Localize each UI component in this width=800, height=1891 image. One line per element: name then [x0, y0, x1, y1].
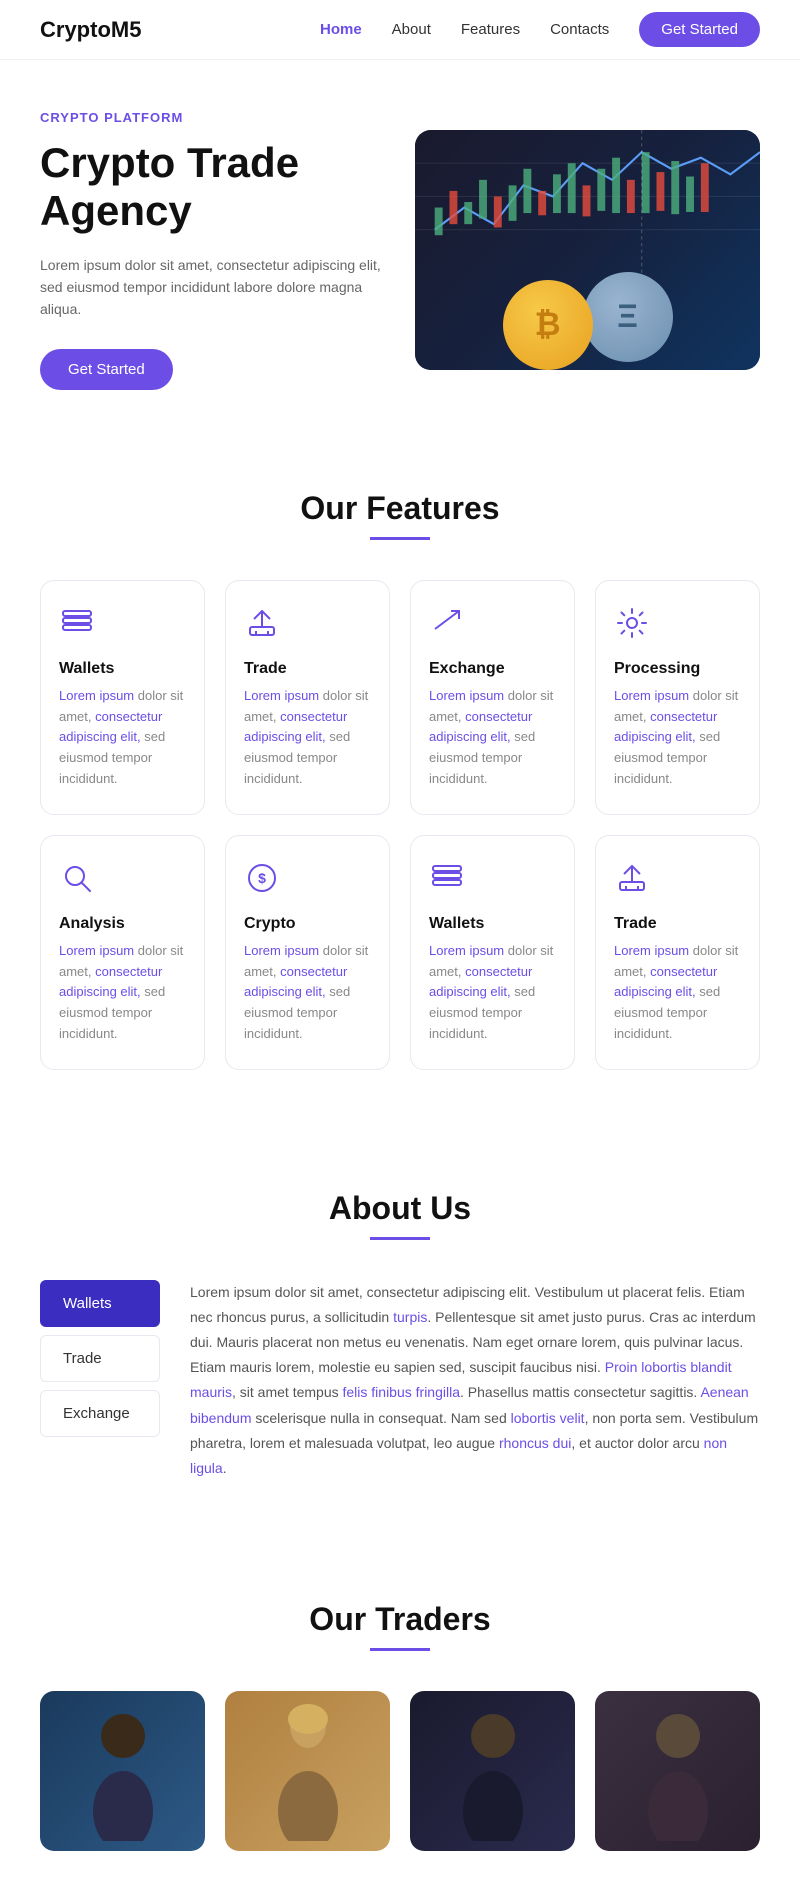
about-tab-wallets[interactable]: Wallets [40, 1280, 160, 1327]
hero-section: CRYPTO PLATFORM Crypto Trade Agency Lore… [0, 60, 800, 430]
feature-desc-wallets: Lorem ipsum dolor sit amet, consectetur … [59, 686, 186, 790]
trade-icon [244, 605, 371, 646]
trader-card-4 [595, 1691, 760, 1851]
about-section: About Us Wallets Trade Exchange Lorem ip… [0, 1130, 800, 1542]
features-section: Our Features Wallets Lorem ipsum dolor s… [0, 430, 800, 1130]
nav-home[interactable]: Home [320, 21, 362, 38]
crypto-icon: $ [244, 860, 371, 901]
ethereum-coin: Ξ [583, 272, 673, 362]
about-link-proin[interactable]: Proin lobortis blandit mauris [190, 1359, 732, 1400]
about-tab-trade[interactable]: Trade [40, 1335, 160, 1382]
nav-links: Home About Features Contacts Get Started [320, 12, 760, 47]
feature-name-trade-2: Trade [614, 915, 741, 933]
about-link-ligula[interactable]: non ligula [190, 1435, 727, 1476]
nav-about[interactable]: About [392, 21, 431, 38]
feature-desc-crypto: Lorem ipsum dolor sit amet, consectetur … [244, 941, 371, 1045]
svg-text:$: $ [258, 870, 266, 886]
feature-card-analysis: Analysis Lorem ipsum dolor sit amet, con… [40, 835, 205, 1070]
wallets-icon [59, 605, 186, 646]
feature-card-trade: Trade Lorem ipsum dolor sit amet, consec… [225, 580, 390, 815]
trader-card-3 [410, 1691, 575, 1851]
traders-grid [40, 1691, 760, 1851]
hero-get-started-button[interactable]: Get Started [40, 349, 173, 390]
about-tabs: Wallets Trade Exchange [40, 1280, 160, 1445]
about-link-felis[interactable]: felis finibus fringilla [343, 1384, 461, 1400]
processing-icon [614, 605, 741, 646]
feature-card-wallets: Wallets Lorem ipsum dolor sit amet, cons… [40, 580, 205, 815]
hero-tag: CRYPTO PLATFORM [40, 110, 385, 125]
nav-features[interactable]: Features [461, 21, 520, 38]
bitcoin-coin: ₿ [503, 280, 593, 370]
trader-card-2 [225, 1691, 390, 1851]
traders-divider [370, 1648, 430, 1651]
about-link-aenean[interactable]: Aenean bibendum [190, 1384, 749, 1425]
feature-desc-wallets-2: Lorem ipsum dolor sit amet, consectetur … [429, 941, 556, 1045]
about-tab-exchange[interactable]: Exchange [40, 1390, 160, 1437]
about-text: Lorem ipsum dolor sit amet, consectetur … [190, 1280, 760, 1482]
feature-desc-analysis: Lorem ipsum dolor sit amet, consectetur … [59, 941, 186, 1045]
feature-desc-trade-2: Lorem ipsum dolor sit amet, consectetur … [614, 941, 741, 1045]
features-grid: Wallets Lorem ipsum dolor sit amet, cons… [40, 580, 760, 1070]
feature-desc-exchange: Lorem ipsum dolor sit amet, consectetur … [429, 686, 556, 790]
features-divider [370, 537, 430, 540]
nav-get-started-button[interactable]: Get Started [639, 12, 760, 47]
feature-name-exchange: Exchange [429, 660, 556, 678]
about-content: Wallets Trade Exchange Lorem ipsum dolor… [40, 1280, 760, 1482]
feature-card-exchange: Exchange Lorem ipsum dolor sit amet, con… [410, 580, 575, 815]
feature-card-processing: Processing Lorem ipsum dolor sit amet, c… [595, 580, 760, 815]
site-logo: CryptoM5 [40, 17, 141, 43]
hero-image: ₿ Ξ [415, 130, 760, 370]
feature-card-trade-2: Trade Lorem ipsum dolor sit amet, consec… [595, 835, 760, 1070]
exchange-icon [429, 605, 556, 646]
hero-content: CRYPTO PLATFORM Crypto Trade Agency Lore… [40, 110, 385, 390]
trader-1-image [40, 1691, 205, 1851]
feature-card-crypto: $ Crypto Lorem ipsum dolor sit amet, con… [225, 835, 390, 1070]
hero-title: Crypto Trade Agency [40, 139, 385, 236]
feature-name-processing: Processing [614, 660, 741, 678]
traders-title: Our Traders [40, 1601, 760, 1638]
feature-desc-trade: Lorem ipsum dolor sit amet, consectetur … [244, 686, 371, 790]
about-link-rhoncus[interactable]: rhoncus dui [499, 1435, 571, 1451]
trader-card-1 [40, 1691, 205, 1851]
feature-name-trade: Trade [244, 660, 371, 678]
about-link-lobortis[interactable]: lobortis velit [511, 1410, 585, 1426]
feature-name-wallets: Wallets [59, 660, 186, 678]
trader-2-image [225, 1691, 390, 1851]
wallets2-icon [429, 860, 556, 901]
analysis-icon [59, 860, 186, 901]
trader-4-image [595, 1691, 760, 1851]
feature-name-analysis: Analysis [59, 915, 186, 933]
feature-name-crypto: Crypto [244, 915, 371, 933]
nav-contacts[interactable]: Contacts [550, 21, 609, 38]
feature-name-wallets-2: Wallets [429, 915, 556, 933]
about-title: About Us [40, 1190, 760, 1227]
feature-desc-processing: Lorem ipsum dolor sit amet, consectetur … [614, 686, 741, 790]
traders-section: Our Traders [0, 1541, 800, 1891]
coin-area: ₿ Ξ [415, 238, 760, 370]
hero-desc: Lorem ipsum dolor sit amet, consectetur … [40, 254, 385, 321]
navbar: CryptoM5 Home About Features Contacts Ge… [0, 0, 800, 60]
trader-3-image [410, 1691, 575, 1851]
feature-card-wallets-2: Wallets Lorem ipsum dolor sit amet, cons… [410, 835, 575, 1070]
trade2-icon [614, 860, 741, 901]
about-divider [370, 1237, 430, 1240]
features-title: Our Features [40, 490, 760, 527]
about-link-turpis[interactable]: turpis [393, 1309, 427, 1325]
